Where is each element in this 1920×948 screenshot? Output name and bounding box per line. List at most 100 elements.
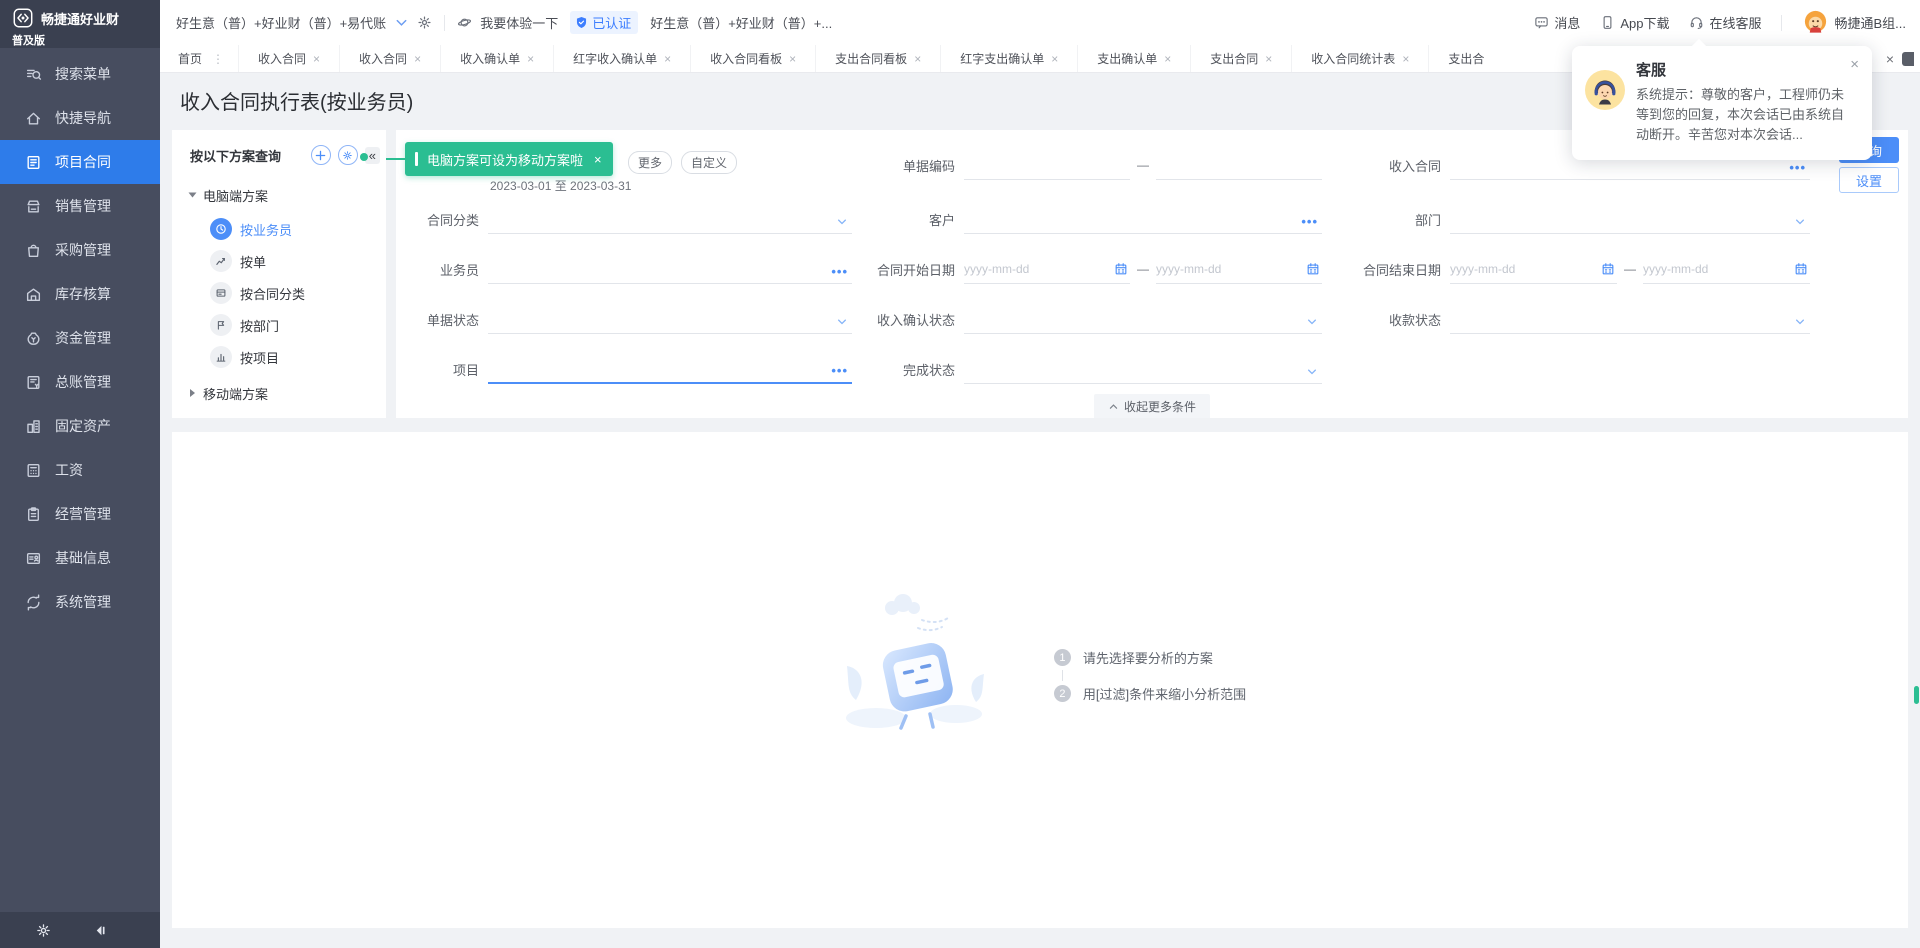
contract-start-to-input[interactable] — [1156, 261, 1303, 276]
product-combo-secondary[interactable]: 好生意（普）+好业财（普）+... — [650, 13, 832, 32]
chevron-down-icon[interactable] — [1306, 316, 1318, 328]
tab-list-dots-icon[interactable]: ⋮ — [212, 52, 224, 66]
salesman-input[interactable] — [490, 264, 832, 278]
contract-end-from-input[interactable] — [1450, 261, 1598, 276]
tab-close-icon[interactable]: × — [1164, 53, 1171, 65]
tab-income-contract-stats[interactable]: 收入合同统计表 × — [1291, 45, 1428, 72]
tree-item-by-contract-category[interactable]: 按合同分类 — [210, 282, 386, 304]
tab-close-icon[interactable]: × — [914, 53, 921, 65]
sidebar-item-search-menu[interactable]: 搜索菜单 — [0, 52, 160, 96]
bill-code-to-input[interactable] — [1158, 160, 1318, 174]
tab-expense-contract-board[interactable]: 支出合同看板 × — [815, 45, 940, 72]
pill-more[interactable]: 更多 — [628, 151, 673, 174]
chevron-down-icon[interactable] — [836, 216, 848, 228]
chevron-down-icon[interactable] — [1306, 366, 1318, 378]
tree-item-by-bill[interactable]: 按单 — [210, 250, 386, 272]
contract-category-select[interactable] — [488, 204, 852, 234]
contract-start-from-field[interactable] — [964, 254, 1130, 284]
sidebar-item-base-info[interactable]: 基础信息 — [0, 536, 160, 580]
tab-red-income-confirm[interactable]: 红字收入确认单 × — [553, 45, 690, 72]
receive-status-select[interactable] — [1450, 304, 1810, 334]
contract-end-to-input[interactable] — [1643, 261, 1791, 276]
tab-close-icon[interactable]: × — [1265, 53, 1272, 65]
tab-home[interactable]: 首页 ⋮ — [160, 45, 238, 72]
certified-badge[interactable]: 已认证 — [570, 11, 639, 34]
tab-close-all-icon[interactable]: × — [1886, 51, 1894, 67]
sidebar-item-system-mgmt[interactable]: 系统管理 — [0, 580, 160, 624]
chevron-down-icon[interactable] — [1794, 216, 1806, 228]
sidebar-item-funds-mgmt[interactable]: 资金管理 — [0, 316, 160, 360]
tab-expense-confirm[interactable]: 支出确认单 × — [1077, 45, 1190, 72]
tab-income-confirm[interactable]: 收入确认单 × — [440, 45, 553, 72]
collapse-panel-button[interactable]: « — [359, 146, 380, 164]
sidebar-item-general-ledger[interactable]: 总账管理 — [0, 360, 160, 404]
sidebar-item-quick-nav[interactable]: 快捷导航 — [0, 96, 160, 140]
calendar-icon[interactable] — [1601, 262, 1615, 276]
finish-status-input[interactable] — [966, 364, 1306, 378]
add-scheme-button[interactable] — [310, 145, 331, 165]
tab-close-icon[interactable]: × — [789, 53, 796, 65]
sidebar-item-sales-mgmt[interactable]: 销售管理 — [0, 184, 160, 228]
project-input[interactable] — [490, 363, 832, 377]
tab-close-icon[interactable]: × — [1402, 53, 1409, 65]
contract-start-from-input[interactable] — [964, 261, 1111, 276]
collapse-sidebar-icon[interactable] — [93, 923, 108, 938]
settings-button[interactable]: 设置 — [1839, 167, 1899, 193]
bill-code-from-field[interactable] — [964, 150, 1130, 180]
edge-scroll-handle[interactable] — [1914, 686, 1919, 704]
calendar-icon[interactable] — [1794, 262, 1808, 276]
contract-start-to-field[interactable] — [1156, 254, 1322, 284]
finish-status-select[interactable] — [964, 354, 1322, 384]
department-select[interactable] — [1450, 204, 1810, 234]
ellipsis-picker-icon[interactable]: ••• — [1301, 215, 1318, 228]
ellipsis-picker-icon[interactable]: ••• — [1789, 161, 1806, 174]
tab-close-icon[interactable]: × — [313, 53, 320, 65]
messages-button[interactable]: 消息 — [1534, 13, 1580, 32]
sidebar-item-inventory-accounting[interactable]: 库存核算 — [0, 272, 160, 316]
tab-close-icon[interactable]: × — [527, 53, 534, 65]
sidebar-item-project-contract[interactable]: 项目合同 — [0, 140, 160, 184]
tree-group-pc[interactable]: 电脑端方案 — [188, 182, 386, 208]
customer-input[interactable] — [966, 214, 1302, 228]
settings-gear-icon[interactable] — [36, 923, 51, 938]
income-confirm-status-select[interactable] — [964, 304, 1322, 334]
bill-code-from-input[interactable] — [966, 160, 1126, 174]
tooltip-close-icon[interactable]: × — [594, 152, 602, 167]
ellipsis-picker-icon[interactable]: ••• — [831, 364, 848, 377]
scheme-settings-button[interactable] — [337, 145, 358, 165]
tab-expense-partial[interactable]: 支出合 — [1428, 45, 1503, 72]
sidebar-item-payroll[interactable]: 工资 — [0, 448, 160, 492]
tree-group-mobile[interactable]: 移动端方案 — [190, 380, 386, 406]
contract-end-to-field[interactable] — [1643, 254, 1810, 284]
sidebar-item-operation-mgmt[interactable]: 经营管理 — [0, 492, 160, 536]
contract-category-input[interactable] — [490, 214, 836, 228]
tab-income-contract[interactable]: 收入合同 × — [238, 45, 339, 72]
tree-item-by-project[interactable]: 按项目 — [210, 346, 386, 368]
bill-code-to-field[interactable] — [1156, 150, 1322, 180]
department-input[interactable] — [1452, 214, 1794, 228]
tab-red-expense-confirm[interactable]: 红字支出确认单 × — [940, 45, 1077, 72]
gear-icon[interactable] — [417, 15, 432, 30]
popup-close-icon[interactable]: × — [1850, 57, 1859, 72]
tree-item-by-department[interactable]: 按部门 — [210, 314, 386, 336]
income-contract-input[interactable] — [1452, 160, 1790, 174]
tab-expense-contract[interactable]: 支出合同 × — [1190, 45, 1291, 72]
calendar-icon[interactable] — [1306, 262, 1320, 276]
online-service-button[interactable]: 在线客服 — [1689, 13, 1761, 32]
receive-status-input[interactable] — [1452, 314, 1794, 328]
chevron-down-icon[interactable] — [1794, 316, 1806, 328]
bill-status-select[interactable] — [488, 304, 852, 334]
salesman-field[interactable]: ••• — [488, 254, 852, 284]
user-menu[interactable]: 畅捷通B组... — [1802, 9, 1906, 36]
sidebar-item-fixed-assets[interactable]: 固定资产 — [0, 404, 160, 448]
tab-close-icon[interactable]: × — [1051, 53, 1058, 65]
pill-custom[interactable]: 自定义 — [681, 151, 738, 174]
tab-income-contract-2[interactable]: 收入合同 × — [339, 45, 440, 72]
project-field[interactable]: ••• — [488, 354, 852, 384]
tab-close-icon[interactable]: × — [664, 53, 671, 65]
tab-income-contract-board[interactable]: 收入合同看板 × — [690, 45, 815, 72]
chevron-down-icon[interactable] — [394, 15, 409, 30]
product-combo-selector[interactable]: 好生意（普）+好业财（普）+易代账 — [176, 13, 432, 32]
collapse-conditions-button[interactable]: 收起更多条件 — [1093, 394, 1211, 418]
chevron-down-icon[interactable] — [836, 316, 848, 328]
